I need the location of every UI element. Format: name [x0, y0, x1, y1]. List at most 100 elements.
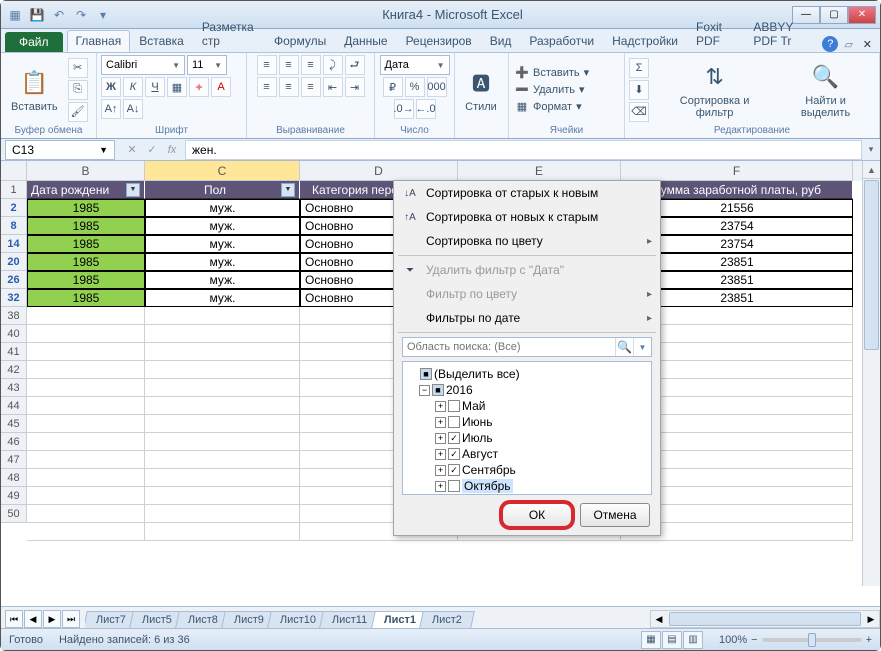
cell[interactable]: муж. — [145, 199, 300, 217]
row-header[interactable]: 48 — [1, 469, 27, 487]
cell[interactable] — [145, 415, 300, 433]
zoom-out-button[interactable]: − — [751, 634, 757, 646]
row-header[interactable]: 20 — [1, 253, 27, 271]
cell[interactable] — [145, 307, 300, 325]
row-header[interactable]: 1 — [1, 181, 27, 199]
row-header[interactable]: 46 — [1, 433, 27, 451]
align-center-button[interactable]: ≡ — [279, 77, 299, 97]
sheet-nav-button[interactable]: ▶ — [43, 610, 61, 628]
cell[interactable] — [145, 469, 300, 487]
paste-button[interactable]: 📋Вставить — [5, 65, 64, 115]
italic-button[interactable]: К — [123, 77, 143, 97]
cell[interactable]: 1985 — [27, 271, 145, 289]
tab-dev[interactable]: Разработчи — [520, 30, 603, 52]
name-box[interactable]: C13▼ — [5, 140, 115, 160]
horizontal-scrollbar[interactable]: ◀ ▶ — [650, 610, 880, 628]
row-header[interactable]: 47 — [1, 451, 27, 469]
cell[interactable]: 1985 — [27, 289, 145, 307]
cell[interactable]: 1985 — [27, 199, 145, 217]
scroll-up-button[interactable]: ▲ — [863, 161, 880, 179]
cell[interactable] — [145, 397, 300, 415]
sheet-nav-button[interactable]: ◀ — [24, 610, 42, 628]
shrink-font-button[interactable]: A↓ — [123, 99, 143, 119]
underline-button[interactable]: Ч — [145, 77, 165, 97]
tree-month-may[interactable]: +Май — [407, 398, 647, 414]
cell[interactable]: 1985 — [27, 217, 145, 235]
row-header[interactable]: 44 — [1, 397, 27, 415]
minimize-ribbon-icon[interactable]: ▱ — [844, 38, 852, 51]
row-header[interactable]: 45 — [1, 415, 27, 433]
expand-formula-bar-button[interactable]: ▾ — [862, 144, 880, 155]
checkbox-icon[interactable] — [448, 480, 460, 492]
col-header-e[interactable]: E — [458, 161, 621, 181]
cell[interactable] — [27, 361, 145, 379]
align-left-button[interactable]: ≡ — [257, 77, 277, 97]
scroll-right-button[interactable]: ▶ — [863, 611, 879, 627]
tab-data[interactable]: Данные — [335, 30, 396, 52]
align-right-button[interactable]: ≡ — [301, 77, 321, 97]
cell[interactable] — [145, 343, 300, 361]
doc-close-button[interactable]: ✕ — [859, 38, 876, 51]
increase-decimal-button[interactable]: .0→ — [394, 99, 414, 119]
checkbox-icon[interactable] — [448, 416, 460, 428]
cell[interactable]: 1985 — [27, 235, 145, 253]
row-header[interactable]: 26 — [1, 271, 27, 289]
expand-icon[interactable]: + — [435, 417, 446, 428]
border-button[interactable]: ▦ — [167, 77, 187, 97]
cell[interactable]: муж. — [145, 253, 300, 271]
fx-icon[interactable]: fx — [163, 141, 181, 159]
cell[interactable] — [145, 325, 300, 343]
cell[interactable] — [27, 379, 145, 397]
row-header[interactable]: 43 — [1, 379, 27, 397]
align-bottom-button[interactable]: ≡ — [301, 55, 321, 75]
row-header[interactable]: 40 — [1, 325, 27, 343]
align-middle-button[interactable]: ≡ — [279, 55, 299, 75]
tab-view[interactable]: Вид — [481, 30, 521, 52]
expand-icon[interactable]: + — [435, 433, 446, 444]
tab-layout[interactable]: Разметка стр — [193, 16, 265, 52]
row-header[interactable]: 8 — [1, 217, 27, 235]
zoom-level[interactable]: 100% — [719, 634, 747, 646]
copy-icon[interactable]: ⎘ — [68, 80, 88, 100]
col-header-b[interactable]: B — [27, 161, 145, 181]
cell[interactable] — [27, 505, 145, 523]
clear-button[interactable]: ⌫ — [629, 102, 649, 122]
expand-icon[interactable]: + — [435, 481, 446, 492]
cell[interactable] — [27, 343, 145, 361]
collapse-icon[interactable]: − — [419, 385, 430, 396]
sort-by-color[interactable]: Сортировка по цвету▸ — [394, 229, 660, 253]
fill-color-button[interactable]: 🟆 — [189, 77, 209, 97]
checkbox-icon[interactable]: ■ — [432, 384, 444, 396]
insert-cells-button[interactable]: ➕Вставить ▾ — [513, 65, 591, 81]
sheet-tab[interactable]: Лист2 — [419, 611, 475, 628]
filter-btn-birthdate[interactable]: ▼ — [126, 183, 140, 197]
align-top-button[interactable]: ≡ — [257, 55, 277, 75]
search-icon[interactable]: 🔍 — [615, 338, 633, 356]
scroll-thumb[interactable] — [669, 612, 861, 626]
search-dropdown-icon[interactable]: ▼ — [633, 338, 651, 356]
filter-btn-gender[interactable]: ▼ — [281, 183, 295, 197]
checkbox-icon[interactable]: ✓ — [448, 432, 460, 444]
expand-icon[interactable]: + — [435, 401, 446, 412]
row-header[interactable]: 41 — [1, 343, 27, 361]
decrease-decimal-button[interactable]: ←.0 — [416, 99, 436, 119]
tab-formulas[interactable]: Формулы — [265, 30, 335, 52]
sort-newest-oldest[interactable]: ↑AСортировка от новых к старым — [394, 205, 660, 229]
cell[interactable] — [27, 433, 145, 451]
styles-button[interactable]: 🅰Стили — [459, 65, 503, 115]
redo-icon[interactable]: ↷ — [71, 5, 91, 25]
tab-abbyy[interactable]: ABBYY PDF Tr — [744, 16, 822, 52]
row-header[interactable]: 2 — [1, 199, 27, 217]
comma-button[interactable]: 000 — [427, 77, 447, 97]
cell[interactable] — [145, 523, 300, 541]
cell[interactable]: 1985 — [27, 253, 145, 271]
expand-icon[interactable]: + — [435, 465, 446, 476]
autosum-button[interactable]: Σ — [629, 58, 649, 78]
formula-input[interactable]: жен. — [185, 140, 862, 160]
tab-review[interactable]: Рецензиров — [397, 30, 481, 52]
page-layout-view-button[interactable]: ▤ — [662, 631, 682, 649]
select-all-button[interactable] — [1, 161, 27, 181]
currency-button[interactable]: ₽ — [383, 77, 403, 97]
search-input[interactable] — [403, 338, 615, 356]
vertical-scrollbar[interactable]: ▲ — [862, 161, 880, 586]
